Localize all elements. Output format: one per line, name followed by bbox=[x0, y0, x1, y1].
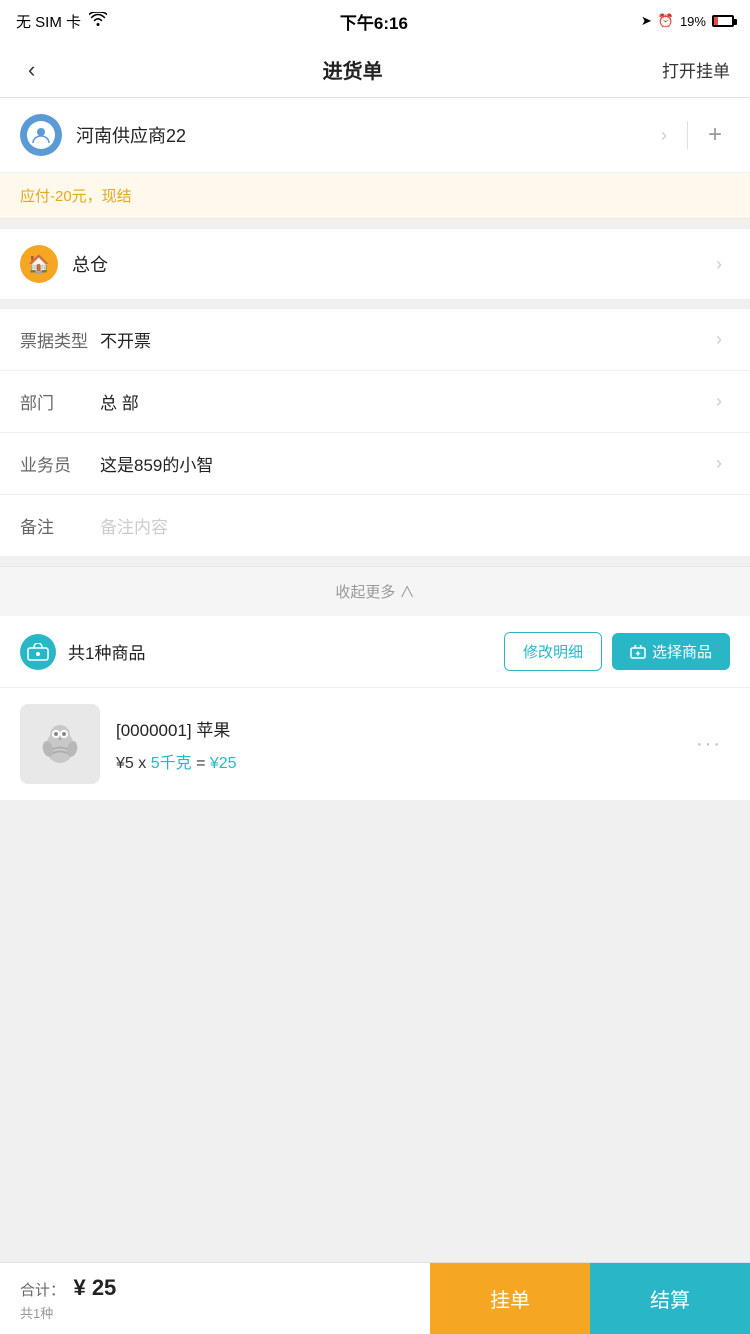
warehouse-section: 🏠 总仓 › bbox=[0, 229, 750, 299]
product-item: [0000001] 苹果 ¥5 x 5千克 = ¥25 ··· bbox=[0, 688, 750, 801]
notice-text: 应付-20元，现结 bbox=[20, 188, 132, 205]
collapse-label: 收起更多 ∧ bbox=[335, 584, 414, 601]
open-hold-button[interactable]: 打开挂单 bbox=[662, 57, 730, 82]
warehouse-chevron-icon: › bbox=[716, 254, 722, 275]
status-right: ➤ ⏰ 19% bbox=[641, 13, 734, 29]
alarm-icon: ⏰ bbox=[658, 13, 674, 29]
collapse-bar[interactable]: 收起更多 ∧ bbox=[0, 566, 750, 616]
invoice-label: 票据类型 bbox=[20, 327, 100, 352]
staff-value: 这是859的小智 bbox=[100, 451, 716, 476]
vertical-divider bbox=[687, 121, 688, 149]
select-product-button[interactable]: 选择商品 bbox=[612, 633, 730, 670]
product-quantity: 5千克 bbox=[151, 755, 192, 772]
carrier-text: 无 SIM 卡 bbox=[16, 11, 81, 32]
checkout-button[interactable]: 结算 bbox=[590, 1263, 750, 1334]
warehouse-row[interactable]: 🏠 总仓 › bbox=[0, 229, 750, 299]
supplier-row[interactable]: 河南供应商22 › + bbox=[0, 98, 750, 173]
product-price: ¥5 x 5千克 = ¥25 bbox=[116, 749, 688, 773]
nav-bar: ‹ 进货单 打开挂单 bbox=[0, 42, 750, 98]
remark-row[interactable]: 备注 备注内容 bbox=[0, 495, 750, 556]
product-total: ¥25 bbox=[210, 755, 237, 772]
supplier-name: 河南供应商22 bbox=[76, 122, 661, 148]
product-count-icon bbox=[20, 634, 56, 670]
supplier-avatar bbox=[20, 114, 62, 156]
add-supplier-button[interactable]: + bbox=[700, 117, 730, 153]
product-section: 共1种商品 修改明细 选择商品 bbox=[0, 616, 750, 801]
warehouse-name: 总仓 bbox=[72, 251, 716, 277]
dept-label: 部门 bbox=[20, 389, 100, 414]
remark-label: 备注 bbox=[20, 513, 100, 538]
page-title: 进货单 bbox=[323, 55, 383, 84]
select-product-label: 选择商品 bbox=[652, 641, 712, 662]
product-more-button[interactable]: ··· bbox=[688, 725, 730, 764]
invoice-row[interactable]: 票据类型 不开票 › bbox=[0, 309, 750, 371]
supplier-chevron-icon: › bbox=[661, 125, 667, 146]
product-thumbnail bbox=[20, 704, 100, 784]
battery-icon bbox=[712, 15, 734, 27]
edit-detail-button[interactable]: 修改明细 bbox=[504, 632, 602, 671]
product-header: 共1种商品 修改明细 选择商品 bbox=[0, 616, 750, 688]
form-section: 票据类型 不开票 › 部门 总 部 › 业务员 这是859的小智 › 备注 备注… bbox=[0, 309, 750, 556]
dept-value: 总 部 bbox=[100, 389, 716, 414]
wifi-icon bbox=[89, 12, 107, 30]
back-button[interactable]: ‹ bbox=[20, 49, 43, 91]
staff-label: 业务员 bbox=[20, 451, 100, 476]
total-amount: ¥ 25 bbox=[73, 1275, 116, 1300]
product-code: [0000001] bbox=[116, 721, 192, 740]
product-name: [0000001] 苹果 bbox=[116, 716, 688, 741]
warehouse-icon: 🏠 bbox=[20, 245, 58, 283]
status-bar: 无 SIM 卡 下午6:16 ➤ ⏰ 19% bbox=[0, 0, 750, 42]
invoice-value: 不开票 bbox=[100, 327, 716, 352]
battery-percent: 19% bbox=[680, 14, 706, 29]
total-label: 合计： bbox=[20, 1282, 65, 1299]
hold-button[interactable]: 挂单 bbox=[430, 1263, 590, 1334]
bottom-bar: 合计： ¥ 25 共1种 挂单 结算 bbox=[0, 1262, 750, 1334]
product-unit-price: ¥5 bbox=[116, 755, 134, 772]
dept-row[interactable]: 部门 总 部 › bbox=[0, 371, 750, 433]
total-section: 合计： ¥ 25 共1种 bbox=[0, 1267, 430, 1330]
supplier-section: 河南供应商22 › + 应付-20元，现结 bbox=[0, 98, 750, 219]
staff-chevron-icon: › bbox=[716, 453, 722, 474]
total-count: 共1种 bbox=[20, 1303, 410, 1322]
staff-row[interactable]: 业务员 这是859的小智 › bbox=[0, 433, 750, 495]
product-info: [0000001] 苹果 ¥5 x 5千克 = ¥25 bbox=[116, 716, 688, 773]
product-count-label: 共1种商品 bbox=[68, 639, 504, 664]
supplier-avatar-inner bbox=[27, 121, 55, 149]
invoice-chevron-icon: › bbox=[716, 329, 722, 350]
dept-chevron-icon: › bbox=[716, 391, 722, 412]
notice-bar: 应付-20元，现结 bbox=[0, 173, 750, 219]
main-content: 河南供应商22 › + 应付-20元，现结 🏠 总仓 › 票据类型 不开票 › … bbox=[0, 98, 750, 891]
product-title: 苹果 bbox=[196, 721, 230, 740]
status-carrier: 无 SIM 卡 bbox=[16, 11, 107, 32]
location-icon: ➤ bbox=[641, 13, 652, 29]
status-time: 下午6:16 bbox=[340, 9, 408, 34]
remark-placeholder: 备注内容 bbox=[100, 513, 730, 538]
